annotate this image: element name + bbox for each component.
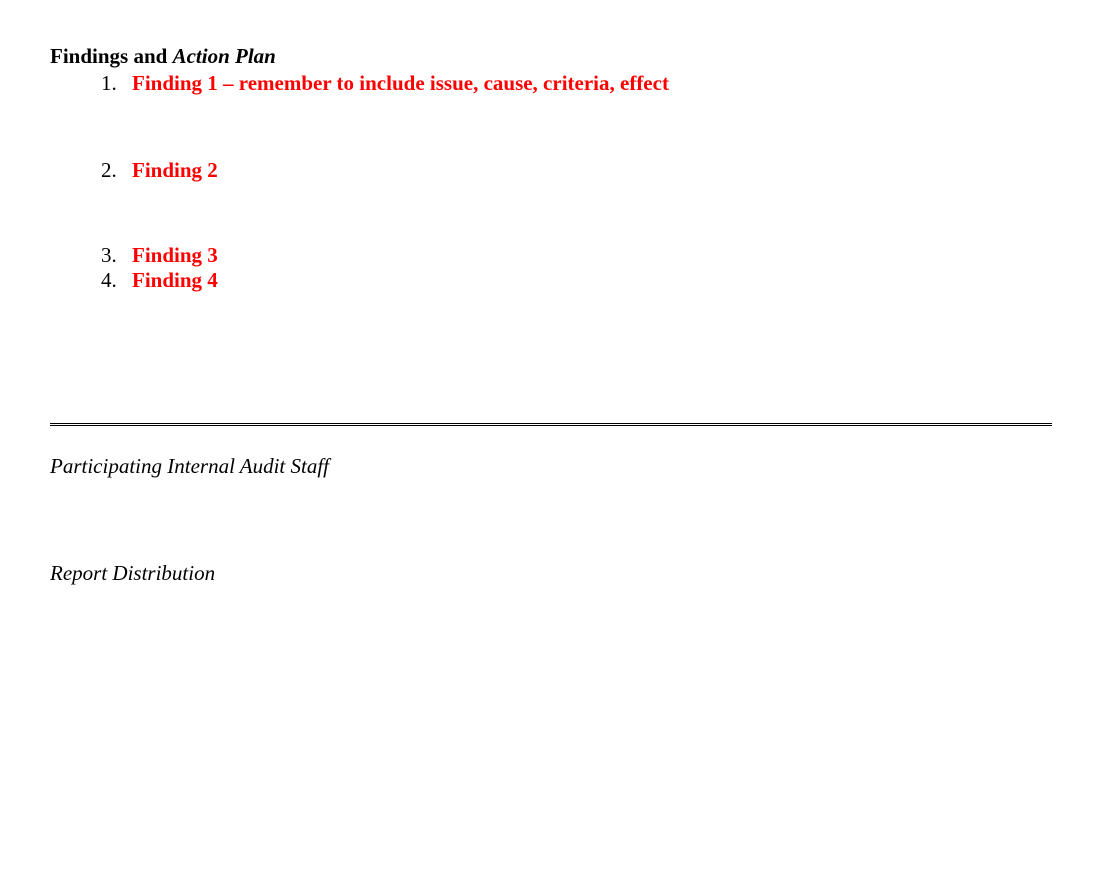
finding-item-3: Finding 3 (122, 243, 1052, 268)
subheading-distribution: Report Distribution (50, 561, 1052, 586)
section-heading: Findings and Action Plan (50, 44, 1052, 69)
finding-text: Finding 3 (132, 243, 218, 267)
finding-item-1: Finding 1 – remember to include issue, c… (122, 71, 1052, 158)
finding-text: Finding 2 (132, 158, 218, 182)
section-divider (50, 423, 1052, 426)
findings-list: Finding 1 – remember to include issue, c… (122, 71, 1052, 293)
spacer (132, 183, 1052, 243)
finding-item-4: Finding 4 (122, 268, 1052, 293)
spacer (132, 96, 1052, 158)
subheading-staff: Participating Internal Audit Staff (50, 454, 1052, 479)
finding-item-2: Finding 2 (122, 158, 1052, 243)
heading-prefix: Findings and (50, 44, 173, 68)
heading-suffix: Action Plan (173, 44, 276, 68)
finding-text: Finding 4 (132, 268, 218, 292)
finding-text: Finding 1 – remember to include issue, c… (132, 71, 669, 95)
